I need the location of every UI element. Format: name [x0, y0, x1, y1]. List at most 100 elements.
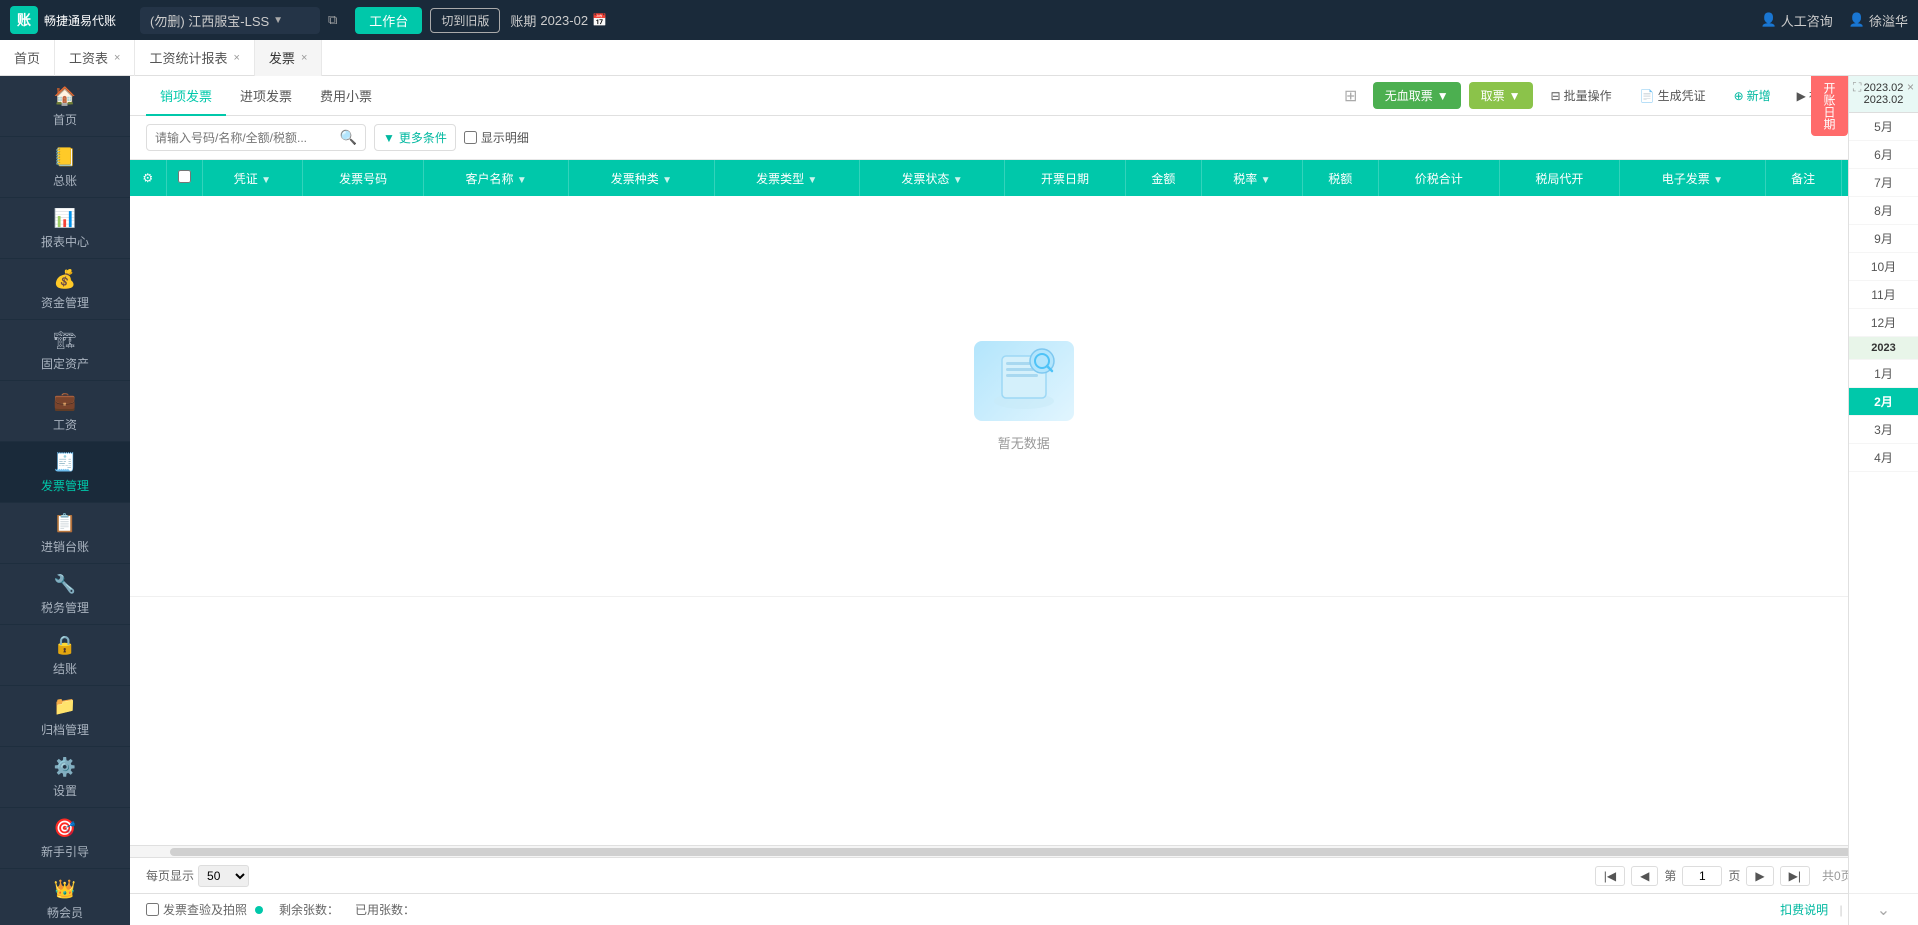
- date-panel-scroll-down[interactable]: ⌄: [1849, 893, 1918, 925]
- avatar-icon: 👤: [1849, 12, 1865, 28]
- date-item-12[interactable]: 12月: [1849, 309, 1918, 337]
- period-info: 账期 2023-02 📅: [510, 11, 607, 30]
- period-value: 2023-02: [540, 13, 588, 28]
- show-detail-checkbox[interactable]: [464, 131, 477, 144]
- select-all-checkbox[interactable]: [178, 170, 191, 183]
- new-button[interactable]: ⊕ 新增: [1724, 82, 1781, 109]
- sidebar-item-closing[interactable]: 🔒 结账: [0, 625, 130, 686]
- company-selector[interactable]: (勿删) 江西服宝-LSS ▼: [140, 7, 320, 34]
- sub-tab-expense-receipt[interactable]: 费用小票: [306, 76, 386, 116]
- tab-salary[interactable]: 工资表 ×: [55, 40, 135, 76]
- settings-icon: ⚙️: [54, 757, 76, 778]
- th-settings[interactable]: ⚙: [130, 160, 166, 196]
- sidebar-item-salary[interactable]: 💼 工资: [0, 381, 130, 442]
- th-voucher-filter[interactable]: ▼: [261, 175, 271, 186]
- sidebar-item-sales-ledger[interactable]: 📋 进销台账: [0, 503, 130, 564]
- tab-salary-stat[interactable]: 工资统计报表 ×: [135, 40, 254, 76]
- th-invoice-type-filter[interactable]: ▼: [662, 175, 672, 186]
- page-number-input[interactable]: [1682, 866, 1722, 886]
- date-item-3[interactable]: 3月: [1849, 416, 1918, 444]
- per-page-label: 每页显示: [146, 867, 194, 884]
- last-page-button[interactable]: ▶|: [1780, 866, 1810, 886]
- th-invoice-status-filter[interactable]: ▼: [953, 175, 963, 186]
- th-tax-rate-filter[interactable]: ▼: [1261, 175, 1271, 186]
- sidebar-item-ledger[interactable]: 📒 总账: [0, 137, 130, 198]
- search-icon[interactable]: 🔍: [340, 129, 357, 146]
- date-panel-expand-icon[interactable]: ⛶: [1853, 80, 1861, 95]
- first-page-button[interactable]: |◀: [1595, 866, 1625, 886]
- sidebar-item-archive-mgmt[interactable]: 📁 归档管理: [0, 686, 130, 747]
- prev-page-button[interactable]: ◀: [1631, 866, 1658, 886]
- copy-icon[interactable]: ⧉: [328, 12, 337, 28]
- date-item-4[interactable]: 4月: [1849, 444, 1918, 472]
- date-item-10[interactable]: 10月: [1849, 253, 1918, 281]
- search-input[interactable]: [155, 131, 340, 145]
- open-period-button[interactable]: 开账日期: [1811, 76, 1848, 136]
- sidebar-item-invoice-mgmt[interactable]: 🧾 发票管理: [0, 442, 130, 503]
- invoice-check-checkbox[interactable]: [146, 903, 159, 916]
- th-invoice-category-label: 发票类型: [756, 172, 804, 186]
- close-invoice-tab[interactable]: ×: [301, 52, 307, 64]
- switch-version-button[interactable]: 切到旧版: [430, 8, 500, 33]
- join-link[interactable]: 扣费说明: [1780, 903, 1828, 917]
- sidebar-item-settings[interactable]: ⚙️ 设置: [0, 747, 130, 808]
- tab-bar: 首页 工资表 × 工资统计报表 × 发票 ×: [0, 40, 1918, 76]
- sub-tab-purchase-invoice[interactable]: 进项发票: [226, 76, 306, 116]
- sidebar-item-fund[interactable]: 💰 资金管理: [0, 259, 130, 320]
- date-item-11[interactable]: 11月: [1849, 281, 1918, 309]
- next-page-button[interactable]: ▶: [1746, 866, 1773, 886]
- th-e-invoice-filter[interactable]: ▼: [1713, 175, 1723, 186]
- sidebar-item-member[interactable]: 👑 畅会员: [0, 869, 130, 925]
- video-icon: ▶: [1797, 89, 1806, 103]
- closing-icon: 🔒: [54, 635, 76, 656]
- date-panel-header-2: 2023.02: [1853, 94, 1914, 106]
- sidebar-label-reports: 报表中心: [41, 233, 89, 250]
- show-detail-checkbox-label[interactable]: 显示明细: [464, 129, 529, 146]
- date-item-7[interactable]: 7月: [1849, 169, 1918, 197]
- th-voucher: 凭证 ▼: [202, 160, 303, 196]
- check-dot: [255, 906, 263, 914]
- service-link[interactable]: 👤 人工咨询: [1761, 11, 1833, 30]
- ticket-button[interactable]: 取票 ▼: [1469, 82, 1533, 109]
- period-label: 账期: [510, 11, 536, 30]
- sub-tabs: 销项发票 进项发票 费用小票 ⊞ 无血取票 ▼ 取票 ▼ ⊟: [130, 76, 1918, 116]
- user-avatar[interactable]: 👤 徐溢华: [1849, 11, 1908, 30]
- date-panel-close-icon[interactable]: ×: [1907, 80, 1914, 94]
- date-item-year-2023[interactable]: 2023: [1849, 337, 1918, 360]
- date-item-2-active[interactable]: 2月: [1849, 388, 1918, 416]
- date-item-9[interactable]: 9月: [1849, 225, 1918, 253]
- grid-view-icon[interactable]: ⊞: [1337, 82, 1365, 110]
- more-filter-button[interactable]: ▼ 更多条件: [374, 124, 456, 151]
- close-salary-stat-tab[interactable]: ×: [233, 52, 239, 64]
- th-customer-filter[interactable]: ▼: [517, 175, 527, 186]
- sidebar-item-fixed-assets[interactable]: 🏗 固定资产: [0, 320, 130, 381]
- date-item-6[interactable]: 6月: [1849, 141, 1918, 169]
- tab-home[interactable]: 首页: [0, 40, 55, 76]
- generate-voucher-button[interactable]: 📄 生成凭证: [1630, 82, 1716, 109]
- date-item-8[interactable]: 8月: [1849, 197, 1918, 225]
- tab-invoice[interactable]: 发票 ×: [255, 40, 322, 76]
- sidebar-item-tax-mgmt[interactable]: 🔧 税务管理: [0, 564, 130, 625]
- horizontal-scrollbar[interactable]: [170, 848, 1878, 856]
- date-item-1[interactable]: 1月: [1849, 360, 1918, 388]
- invoice-mgmt-icon: 🧾: [54, 452, 76, 473]
- sub-tab-sales-invoice[interactable]: 销项发票: [146, 76, 226, 116]
- sidebar-item-reports[interactable]: 📊 报表中心: [0, 198, 130, 259]
- check-label[interactable]: 发票查验及拍照: [146, 901, 263, 918]
- close-salary-tab[interactable]: ×: [114, 52, 120, 64]
- calendar-icon[interactable]: 📅: [592, 13, 607, 27]
- batch-op-button[interactable]: ⊟ 批量操作: [1541, 82, 1622, 109]
- th-checkbox[interactable]: [166, 160, 202, 196]
- no-ticket-button[interactable]: 无血取票 ▼: [1373, 82, 1461, 109]
- logo-icon: 账: [10, 6, 38, 34]
- workspace-button[interactable]: 工作台: [355, 7, 422, 34]
- page-label: 第: [1664, 867, 1676, 884]
- per-page-select[interactable]: 50 10 20 100: [198, 865, 249, 887]
- sidebar-item-newbie[interactable]: 🎯 新手引导: [0, 808, 130, 869]
- th-invoice-category-filter[interactable]: ▼: [807, 175, 817, 186]
- date-item-5[interactable]: 5月: [1849, 113, 1918, 141]
- search-input-wrap[interactable]: 🔍: [146, 124, 366, 151]
- sidebar-item-home[interactable]: 🏠 首页: [0, 76, 130, 137]
- th-open-date-label: 开票日期: [1041, 172, 1089, 186]
- sidebar-label-newbie: 新手引导: [41, 843, 89, 860]
